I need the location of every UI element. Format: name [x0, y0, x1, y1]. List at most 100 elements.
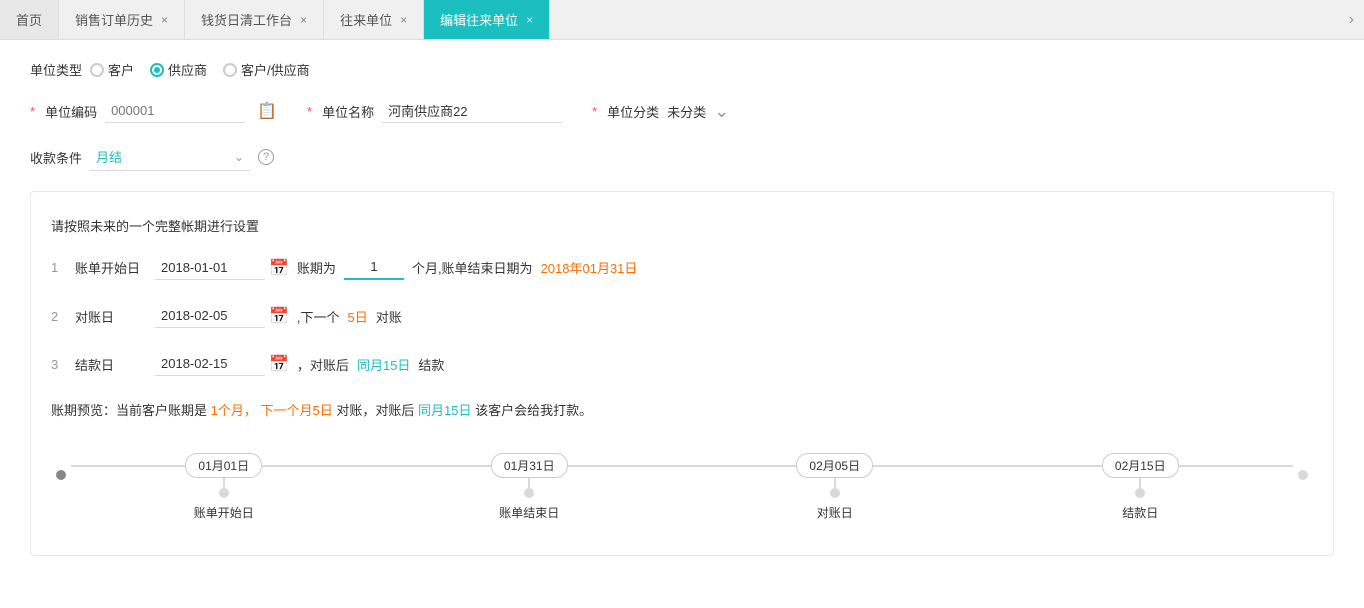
- unit-code-label: 单位编码: [45, 102, 97, 121]
- payment-condition-help-icon[interactable]: ?: [258, 149, 274, 165]
- unit-code-input[interactable]: [105, 99, 245, 123]
- period-num-1: 1: [51, 260, 75, 275]
- tab-sales-history-label: 销售订单历史: [75, 10, 153, 29]
- unit-category-value: 未分类: [667, 102, 706, 121]
- timeline-connector-2: [528, 478, 530, 488]
- timeline-badge-4: 02月15日: [1102, 453, 1179, 478]
- tab-partner-unit-close[interactable]: ×: [400, 13, 407, 27]
- period-row3-highlight: 同月15日: [357, 355, 410, 374]
- period-date-input-2[interactable]: [155, 304, 265, 328]
- period-cal-icon-2[interactable]: 📅: [269, 306, 289, 326]
- period-label-2: 对账日: [75, 307, 155, 326]
- payment-condition-arrow-icon: ⌄: [234, 150, 244, 164]
- timeline-connector-3: [834, 478, 836, 488]
- period-row-2: 2 对账日 📅 ,下一个 5日 对账: [51, 304, 1313, 328]
- tab-edit-partner-close[interactable]: ×: [526, 13, 533, 27]
- period-date-input-1[interactable]: [155, 256, 265, 280]
- unit-category-label: 单位分类: [607, 102, 659, 121]
- main-content: 单位类型 客户 供应商 客户/供应商 * 单位编码: [0, 40, 1364, 608]
- radio-customer-supplier-label: 客户/供应商: [241, 60, 310, 79]
- period-box: 请按照未来的一个完整帐期进行设置 1 账单开始日 📅 账期为 个月,账单结束日期…: [30, 191, 1334, 556]
- period-title: 请按照未来的一个完整帐期进行设置: [51, 216, 1313, 235]
- timeline-dot-1: [219, 488, 229, 498]
- preview-months: 1个月，: [211, 403, 257, 418]
- radio-customer-circle: [90, 63, 104, 77]
- unit-name-input[interactable]: [382, 99, 562, 123]
- period-row3-text1: ，对账后: [297, 355, 349, 374]
- period-row-3: 3 结款日 📅 ，对账后 同月15日 结款: [51, 352, 1313, 376]
- period-row2-text2: 对账: [376, 307, 402, 326]
- unit-type-row: 单位类型 客户 供应商 客户/供应商: [30, 60, 1334, 79]
- timeline-label-3: 对账日: [817, 504, 853, 521]
- unit-info-row: * 单位编码 📋 * 单位名称 * 单位分类 未分类 ⌄: [30, 99, 1334, 123]
- unit-category-field: * 单位分类 未分类 ⌄: [592, 101, 729, 122]
- period-row2-highlight: 5日: [348, 307, 368, 326]
- preview-suffix: 该客户会给我打款。: [475, 403, 592, 418]
- period-months-input[interactable]: [344, 255, 404, 280]
- timeline-point-2: 01月31日 账单结束日: [377, 453, 683, 521]
- unit-type-field: 单位类型 客户 供应商 客户/供应商: [30, 60, 310, 79]
- radio-customer-label: 客户: [108, 60, 134, 79]
- timeline-badge-3: 02月05日: [796, 453, 873, 478]
- timeline-label-2: 账单结束日: [499, 504, 559, 521]
- radio-supplier[interactable]: 供应商: [150, 60, 207, 79]
- timeline-label-4: 结款日: [1122, 504, 1158, 521]
- payment-condition-value: 月结: [96, 147, 122, 166]
- timeline-connector-4: [1139, 478, 1141, 488]
- timeline-start-dot: [56, 470, 66, 480]
- period-row3-text2: 结款: [418, 355, 444, 374]
- timeline-dot-3: [830, 488, 840, 498]
- preview-next-day: 下一个月5日: [261, 403, 333, 418]
- radio-supplier-circle: [150, 63, 164, 77]
- unit-category-dropdown[interactable]: 未分类 ⌄: [667, 101, 729, 122]
- period-cal-icon-1[interactable]: 📅: [269, 258, 289, 278]
- timeline-dot-4: [1135, 488, 1145, 498]
- unit-code-copy-icon[interactable]: 📋: [257, 101, 277, 121]
- timeline-start: [51, 453, 71, 480]
- tab-partner-unit-label: 往来单位: [340, 10, 392, 29]
- timeline-connector-1: [223, 478, 225, 488]
- tab-partner-unit[interactable]: 往来单位 ×: [324, 0, 424, 39]
- timeline: 01月01日 账单开始日 01月31日 账单结束日 02月05日 对账日: [51, 443, 1313, 531]
- unit-type-radio-group: 客户 供应商 客户/供应商: [90, 60, 310, 79]
- timeline-badge-1: 01月01日: [185, 453, 262, 478]
- period-row-1: 1 账单开始日 📅 账期为 个月,账单结束日期为 2018年01月31日: [51, 255, 1313, 280]
- period-end-date: 2018年01月31日: [541, 258, 638, 277]
- tab-edit-partner[interactable]: 编辑往来单位 ×: [424, 0, 550, 39]
- tab-home-label: 首页: [16, 10, 42, 29]
- preview-settle-day: 同月15日: [418, 403, 471, 418]
- unit-type-label: 单位类型: [30, 60, 82, 79]
- tab-arrow[interactable]: ›: [1339, 0, 1364, 39]
- tab-edit-partner-label: 编辑往来单位: [440, 10, 518, 29]
- unit-code-star: *: [30, 104, 35, 119]
- radio-customer[interactable]: 客户: [90, 60, 134, 79]
- payment-condition-label: 收款条件: [30, 148, 82, 167]
- timeline-end-dot: [1298, 470, 1308, 480]
- period-label-1: 账单开始日: [75, 258, 155, 277]
- tab-cash-work[interactable]: 钱货日清工作台 ×: [185, 0, 324, 39]
- payment-condition-row: 收款条件 月结 ⌄ ?: [30, 143, 1334, 171]
- tab-cash-work-close[interactable]: ×: [300, 13, 307, 27]
- timeline-point-3: 02月05日 对账日: [682, 453, 988, 521]
- period-cal-icon-3[interactable]: 📅: [269, 354, 289, 374]
- timeline-end: [1293, 453, 1313, 480]
- tab-home[interactable]: 首页: [0, 0, 59, 39]
- tab-bar: 首页 销售订单历史 × 钱货日清工作台 × 往来单位 × 编辑往来单位 × ›: [0, 0, 1364, 40]
- tab-sales-history-close[interactable]: ×: [161, 13, 168, 27]
- preview-middle: 对账，对账后: [336, 403, 414, 418]
- tab-cash-work-label: 钱货日清工作台: [201, 10, 292, 29]
- radio-customer-supplier[interactable]: 客户/供应商: [223, 60, 310, 79]
- preview-prefix: 账期预览：当前客户账期是: [51, 403, 207, 418]
- radio-customer-supplier-circle: [223, 63, 237, 77]
- period-num-3: 3: [51, 357, 75, 372]
- unit-name-field: * 单位名称: [307, 99, 562, 123]
- period-date-input-3[interactable]: [155, 352, 265, 376]
- timeline-point-4: 02月15日 结款日: [988, 453, 1294, 521]
- timeline-label-1: 账单开始日: [194, 504, 254, 521]
- radio-supplier-label: 供应商: [168, 60, 207, 79]
- tab-sales-history[interactable]: 销售订单历史 ×: [59, 0, 185, 39]
- period-num-2: 2: [51, 309, 75, 324]
- unit-name-label: 单位名称: [322, 102, 374, 121]
- payment-condition-dropdown[interactable]: 月结 ⌄: [90, 143, 250, 171]
- timeline-dot-2: [524, 488, 534, 498]
